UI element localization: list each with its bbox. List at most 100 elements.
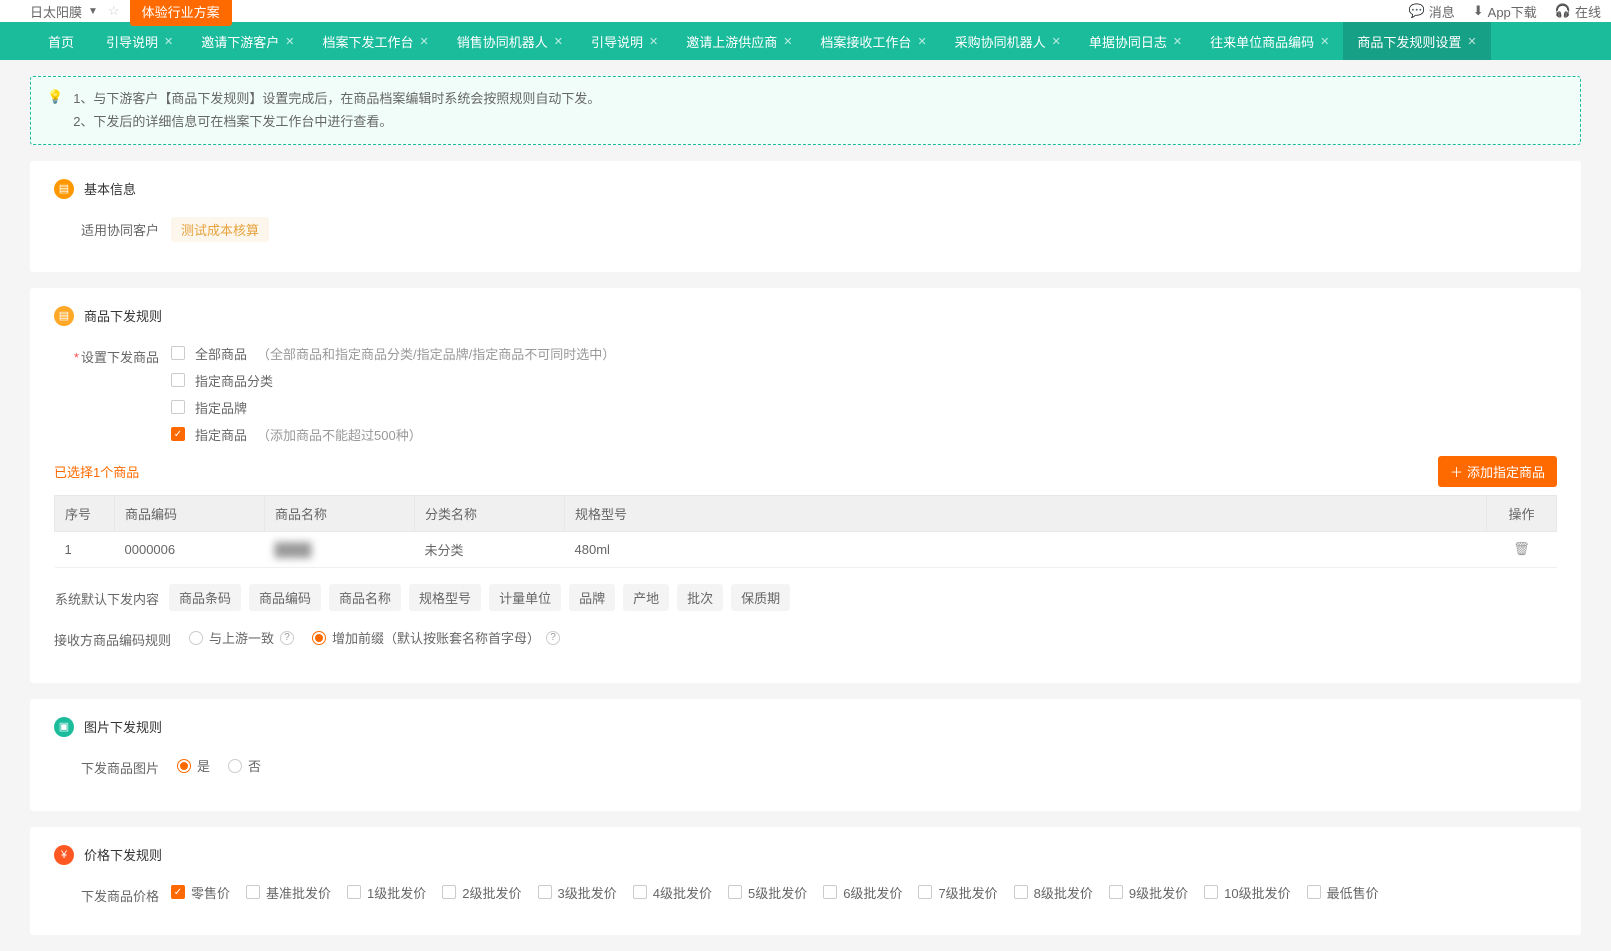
option-hint: （添加商品不能超过500种） (257, 425, 422, 444)
price-opt-4[interactable]: 3级批发价 (538, 883, 617, 902)
tab-2[interactable]: 邀请下游客户✕ (187, 22, 308, 60)
close-icon[interactable]: ✕ (420, 35, 429, 48)
price-label: 2级批发价 (462, 883, 521, 902)
delete-icon[interactable]: 🗑 (1513, 541, 1530, 556)
cell-action: 🗑 (1487, 531, 1557, 567)
tab-4[interactable]: 销售协同机器人 ✕ (443, 22, 577, 60)
star-icon[interactable]: ☆ (108, 3, 120, 19)
tab-6[interactable]: 邀请上游供应商✕ (672, 22, 806, 60)
radio-prefix[interactable]: 增加前缀（默认按账套名称首字母）? (312, 628, 560, 647)
close-icon[interactable]: ✕ (649, 35, 658, 48)
price-label: 3级批发价 (558, 883, 617, 902)
tab-5[interactable]: 引导说明✕ (577, 22, 672, 60)
tab-9[interactable]: 单据协同日志 ✕ (1075, 22, 1196, 60)
price-opt-7[interactable]: 6级批发价 (823, 883, 902, 902)
checkbox[interactable] (171, 400, 185, 414)
tab-10[interactable]: 往来单位商品编码 ✕ (1196, 22, 1343, 60)
price-opt-10[interactable]: 9级批发价 (1109, 883, 1188, 902)
price-label: 1级批发价 (367, 883, 426, 902)
tab-label: 单据协同日志 (1089, 32, 1167, 51)
add-product-button[interactable]: ＋添加指定商品 (1438, 456, 1557, 487)
label-customer: 适用协同客户 (54, 217, 159, 239)
price-opt-1[interactable]: 基准批发价 (246, 883, 331, 902)
panel-header-price: ¥ 价格下发规则 (54, 845, 1557, 865)
price-opt-11[interactable]: 10级批发价 (1204, 883, 1290, 902)
option-label: 指定商品 (195, 425, 247, 444)
pill-4: 计量单位 (489, 584, 561, 611)
message-link[interactable]: 💬消息 (1409, 2, 1455, 21)
th-2: 商品名称 (265, 495, 415, 531)
panel-header-image: ▣ 图片下发规则 (54, 717, 1557, 737)
price-opt-8[interactable]: 7级批发价 (918, 883, 997, 902)
price-opt-5[interactable]: 4级批发价 (633, 883, 712, 902)
info-line-2: 2、下发后的详细信息可在档案下发工作台中进行查看。 (73, 110, 600, 133)
radio-no[interactable]: 否 (228, 756, 261, 775)
checkbox (633, 885, 647, 899)
help-icon[interactable]: ? (280, 631, 294, 645)
price-opt-3[interactable]: 2级批发价 (442, 883, 521, 902)
checkbox (171, 885, 185, 899)
close-icon[interactable]: ✕ (164, 35, 173, 48)
price-label: 5级批发价 (748, 883, 807, 902)
checkbox (246, 885, 260, 899)
chevron-down-icon: ▼ (88, 6, 98, 17)
close-icon[interactable]: ✕ (783, 35, 792, 48)
price-label: 8级批发价 (1034, 883, 1093, 902)
price-label: 6级批发价 (843, 883, 902, 902)
top-right: 💬消息 ⬇App下载 🎧在线 (1409, 2, 1601, 21)
tab-label: 引导说明 (106, 32, 158, 51)
panel-price: ¥ 价格下发规则 下发商品价格 零售价基准批发价1级批发价2级批发价3级批发价4… (30, 827, 1581, 935)
radio-yes[interactable]: 是 (177, 756, 210, 775)
close-icon[interactable]: ✕ (554, 35, 563, 48)
price-label: 零售价 (191, 883, 230, 902)
close-icon[interactable]: ✕ (1467, 35, 1476, 48)
tab-1[interactable]: 引导说明 ✕ (92, 22, 187, 60)
checkbox (1204, 885, 1218, 899)
checkbox (1109, 885, 1123, 899)
option-column: 全部商品（全部商品和指定商品分类/指定品牌/指定商品不可同时选中）指定商品分类指… (171, 344, 615, 444)
info-banner: 💡 1、与下游客户【商品下发规则】设置完成后，在商品档案编辑时系统会按照规则自动… (30, 76, 1581, 145)
radio-same[interactable]: 与上游一致? (189, 628, 294, 647)
tab-label: 档案接收工作台 (820, 32, 911, 51)
tab-7[interactable]: 档案接收工作台 ✕ (806, 22, 940, 60)
tab-label: 往来单位商品编码 (1210, 32, 1314, 51)
close-icon[interactable]: ✕ (1173, 35, 1182, 48)
price-icon: ¥ (54, 845, 74, 865)
panel-header-basic: ▤ 基本信息 (54, 179, 1557, 199)
price-opt-0[interactable]: 零售价 (171, 883, 230, 902)
close-icon[interactable]: ✕ (1052, 35, 1061, 48)
price-opt-6[interactable]: 5级批发价 (728, 883, 807, 902)
price-row: 下发商品价格 零售价基准批发价1级批发价2级批发价3级批发价4级批发价5级批发价… (54, 883, 1557, 905)
cell-spec: 480ml (565, 531, 1487, 567)
company-select[interactable]: 日太阳膜 ▼ (30, 2, 98, 21)
pill-3: 规格型号 (409, 584, 481, 611)
tab-8[interactable]: 采购协同机器人 ✕ (941, 22, 1075, 60)
price-opt-2[interactable]: 1级批发价 (347, 883, 426, 902)
checkbox[interactable] (171, 373, 185, 387)
price-label: 9级批发价 (1129, 883, 1188, 902)
help-icon[interactable]: ? (546, 631, 560, 645)
checkbox[interactable] (171, 346, 185, 360)
checkbox (538, 885, 552, 899)
tab-11[interactable]: 商品下发规则设置 ✕ (1343, 22, 1490, 60)
price-opt-9[interactable]: 8级批发价 (1014, 883, 1093, 902)
app-download-link[interactable]: ⬇App下载 (1473, 2, 1537, 21)
close-icon[interactable]: ✕ (285, 35, 294, 48)
tab-3[interactable]: 档案下发工作台✕ (308, 22, 442, 60)
option-line-1: 指定商品分类 (171, 371, 615, 390)
tab-label: 商品下发规则设置 (1357, 32, 1461, 51)
radio-icon (177, 759, 191, 773)
tab-label: 采购协同机器人 (955, 32, 1046, 51)
close-icon[interactable]: ✕ (917, 35, 926, 48)
recv-rule-row: 接收方商品编码规则 与上游一致? 增加前缀（默认按账套名称首字母）? (54, 627, 1557, 649)
checkbox[interactable] (171, 427, 185, 441)
top-bar: 日太阳膜 ▼ ☆ 体验行业方案 💬消息 ⬇App下载 🎧在线 (0, 0, 1611, 22)
headset-icon: 🎧 (1555, 3, 1571, 19)
customer-tag: 测试成本核算 (171, 217, 269, 242)
tab-label: 销售协同机器人 (457, 32, 548, 51)
tab-0[interactable]: 首页 (30, 22, 92, 60)
online-link[interactable]: 🎧在线 (1555, 2, 1601, 21)
price-opt-12[interactable]: 最低售价 (1307, 883, 1379, 902)
th-4: 规格型号 (565, 495, 1487, 531)
close-icon[interactable]: ✕ (1320, 35, 1329, 48)
